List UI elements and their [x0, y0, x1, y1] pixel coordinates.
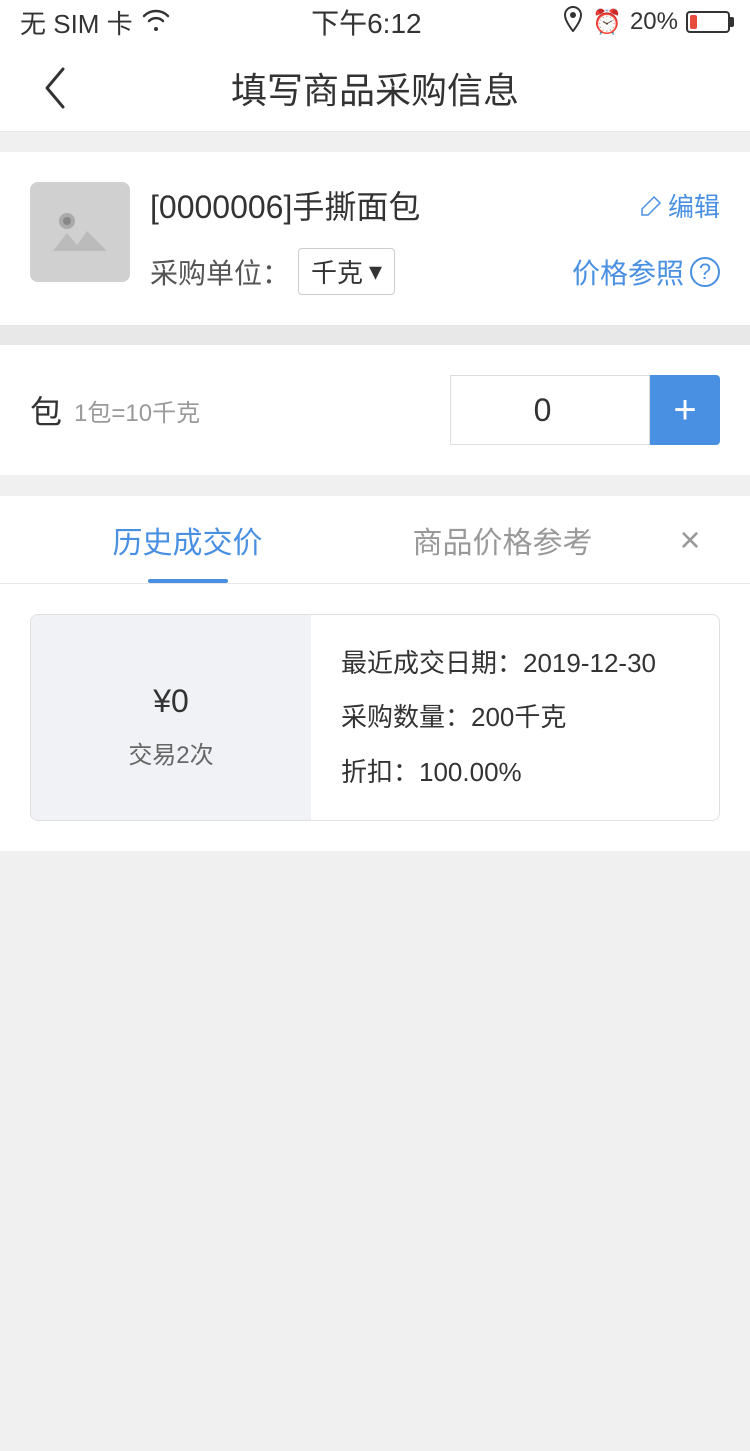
product-name-row: [0000006]手撕面包 编辑	[150, 182, 720, 228]
status-time: 下午6:12	[311, 2, 422, 42]
quantity-row: 包 1包=10千克 +	[0, 345, 750, 476]
tab-close-button[interactable]: ×	[660, 510, 720, 570]
product-details: [0000006]手撕面包 编辑 采购单位： 千克 ▾ 价格参照 ?	[150, 182, 720, 295]
tab-section: 历史成交价 商品价格参考 × ¥0 交易2次 最近成交日期：2019-12-30…	[0, 496, 750, 851]
product-card: [0000006]手撕面包 编辑 采购单位： 千克 ▾ 价格参照 ?	[0, 152, 750, 325]
tab-content: ¥0 交易2次 最近成交日期：2019-12-30 采购数量：200千克 折扣：…	[0, 584, 750, 851]
quantity-input-group: +	[450, 375, 720, 445]
quantity-plus-button[interactable]: +	[650, 375, 720, 445]
product-name: [0000006]手撕面包	[150, 182, 420, 228]
nav-bar: 填写商品采购信息	[0, 44, 750, 132]
unit-select[interactable]: 千克 ▾	[298, 248, 395, 295]
price-ref-button[interactable]: 价格参照 ?	[572, 252, 720, 292]
location-icon	[562, 6, 584, 39]
history-left: ¥0 交易2次	[31, 615, 311, 820]
back-button[interactable]	[30, 63, 80, 113]
signal-icon: 无 SIM 卡	[20, 4, 133, 41]
price-ref-label: 价格参照	[572, 252, 684, 292]
section-divider	[0, 325, 750, 345]
history-price: ¥0	[153, 665, 189, 725]
status-left: 无 SIM 卡	[20, 4, 171, 41]
tab-history-price[interactable]: 历史成交价	[30, 496, 345, 583]
tab-bar: 历史成交价 商品价格参考 ×	[0, 496, 750, 584]
battery-pct: 20%	[630, 8, 678, 36]
quantity-unit: 包	[30, 387, 62, 433]
alarm-icon: ⏰	[592, 8, 622, 37]
status-right: ⏰ 20%	[562, 6, 730, 39]
history-discount: 折扣：100.00%	[341, 754, 689, 790]
unit-value: 千克	[311, 253, 363, 290]
tab-product-price-ref[interactable]: 商品价格参考	[345, 496, 660, 583]
quantity-input[interactable]	[450, 375, 650, 445]
wifi-icon	[141, 7, 171, 38]
history-card: ¥0 交易2次 最近成交日期：2019-12-30 采购数量：200千克 折扣：…	[30, 614, 720, 821]
help-icon: ?	[690, 257, 720, 287]
battery-icon	[686, 11, 730, 33]
quantity-sub-label: 1包=10千克	[74, 393, 200, 428]
quantity-label: 包 1包=10千克	[30, 387, 200, 433]
unit-label: 采购单位：	[150, 252, 290, 292]
status-bar: 无 SIM 卡 下午6:12 ⏰ 20%	[0, 0, 750, 44]
history-qty: 采购数量：200千克	[341, 699, 689, 735]
page-title: 填写商品采购信息	[80, 62, 670, 114]
chevron-down-icon: ▾	[369, 256, 382, 287]
edit-button[interactable]: 编辑	[640, 187, 720, 224]
main-background	[0, 851, 750, 1451]
history-trade-count: 交易2次	[128, 735, 213, 770]
unit-row: 采购单位： 千克 ▾ 价格参照 ?	[150, 248, 720, 295]
history-date: 最近成交日期：2019-12-30	[341, 645, 689, 681]
product-image	[30, 182, 130, 282]
history-right: 最近成交日期：2019-12-30 采购数量：200千克 折扣：100.00%	[311, 615, 719, 820]
